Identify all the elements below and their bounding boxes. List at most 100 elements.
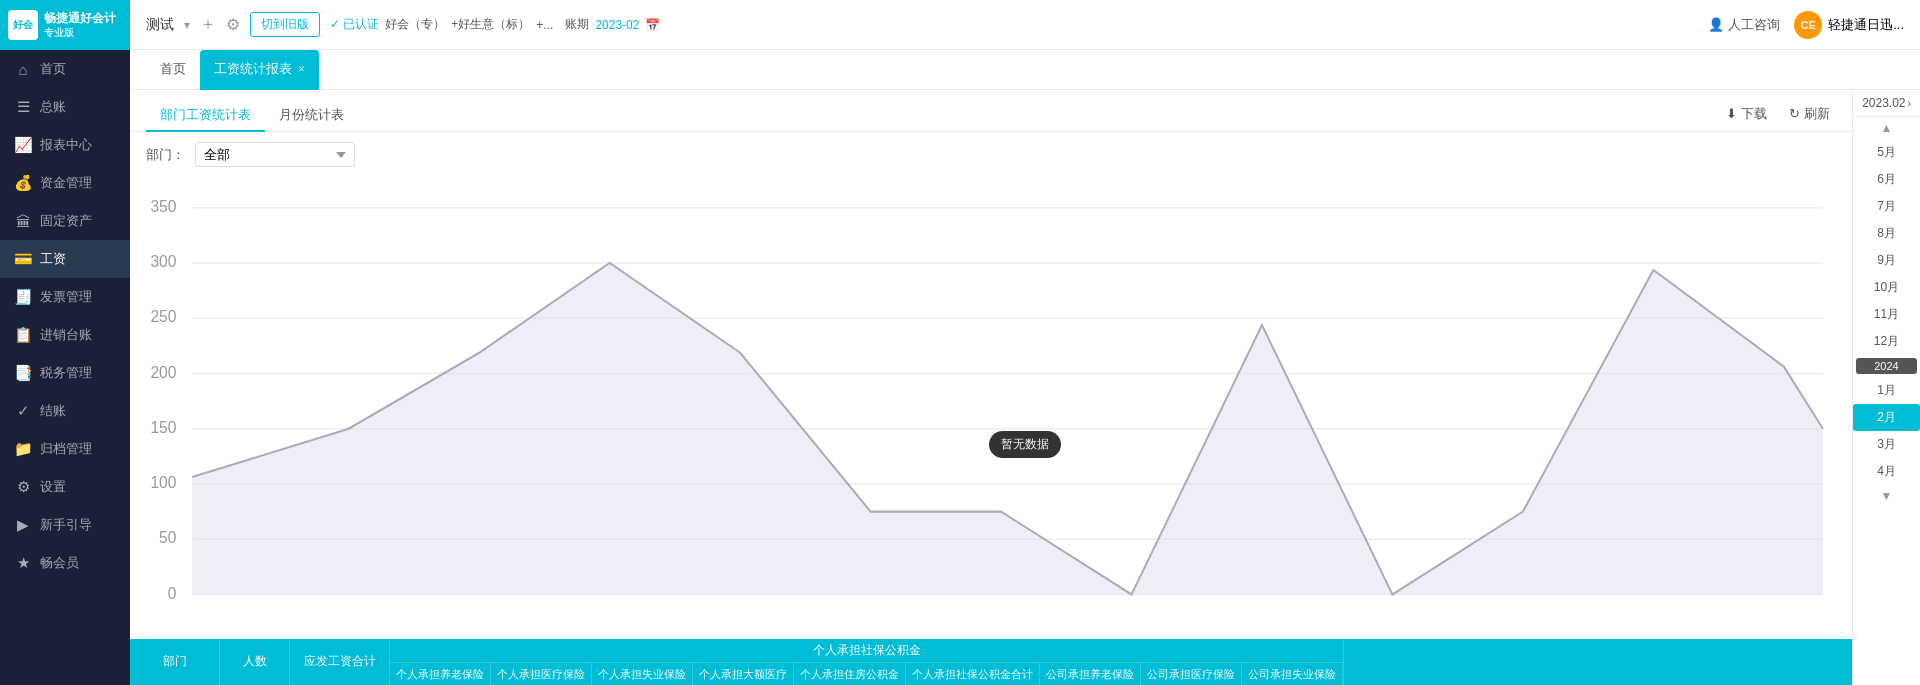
invoice-icon: 🧾 <box>14 288 32 306</box>
download-button[interactable]: ⬇ 下载 <box>1720 101 1773 127</box>
chart-svg: 350 300 250 200 150 100 50 0 <box>140 187 1836 629</box>
col-dept: 部门 <box>130 639 220 685</box>
user-menu[interactable]: CE 轻捷通日迅... <box>1794 11 1904 39</box>
topbar: 测试 ▾ ＋ ⚙ 切到旧版 ✓ 已认证 好会（专） +好生意（标） +... 账… <box>130 0 1920 50</box>
col-major-medical: 个人承担大额医疗 <box>693 663 794 685</box>
sidebar-item-member[interactable]: ★ 畅会员 <box>0 544 130 582</box>
checkout-icon: ✓ <box>14 402 32 420</box>
product-label: 好会（专） <box>385 16 445 33</box>
tab-close-icon[interactable]: × <box>298 62 305 76</box>
svg-text:200: 200 <box>150 362 176 381</box>
month-6[interactable]: 6月 <box>1853 166 1920 193</box>
svg-text:250: 250 <box>150 307 176 326</box>
refresh-button[interactable]: ↻ 刷新 <box>1783 101 1836 127</box>
scroll-up-arrow[interactable]: ▲ <box>1853 117 1920 139</box>
col-group-personal: 个人承担社保公积金 个人承担养老保险 个人承担医疗保险 个人承担失业保险 个人承… <box>390 639 1344 685</box>
table-header: 部门 人数 应发工资合计 个人承担社保公积金 个人承担养老保险 个人承担医疗保险 <box>130 639 1852 685</box>
topbar-right: 👤 人工咨询 CE 轻捷通日迅... <box>1708 11 1904 39</box>
sidebar-item-ledger[interactable]: ☰ 总账 <box>0 88 130 126</box>
topbar-settings-icon[interactable]: ⚙ <box>226 15 240 34</box>
col-salary: 应发工资合计 <box>290 639 390 685</box>
col-count: 人数 <box>220 639 290 685</box>
tax-icon: 📑 <box>14 364 32 382</box>
switch-old-button[interactable]: 切到旧版 <box>250 12 320 37</box>
month-1[interactable]: 1月 <box>1853 377 1920 404</box>
current-year-month: 2023.02 › <box>1853 90 1920 117</box>
sub-tab-monthly[interactable]: 月份统计表 <box>265 100 358 132</box>
support-icon: 👤 <box>1708 17 1724 32</box>
calendar-icon[interactable]: 📅 <box>645 18 660 32</box>
scroll-down-arrow[interactable]: ▼ <box>1853 485 1920 507</box>
month-12[interactable]: 12月 <box>1853 328 1920 355</box>
content-area: 部门工资统计表 月份统计表 ⬇ 下载 ↻ 刷新 <box>130 90 1920 685</box>
date-picker-sidebar: 2023.02 › ▲ 5月 6月 7月 8月 9月 10月 11月 12月 2… <box>1852 90 1920 685</box>
logo-icon: 好会 <box>8 10 38 40</box>
sidebar-item-archive[interactable]: 📁 归档管理 <box>0 430 130 468</box>
sidebar-item-guide[interactable]: ▶ 新手引导 <box>0 506 130 544</box>
period-label: 账期 <box>565 16 589 33</box>
month-3[interactable]: 3月 <box>1853 431 1920 458</box>
sidebar-item-assets[interactable]: 🏛 固定资产 <box>0 202 130 240</box>
topbar-status: ✓ 已认证 好会（专） +好生意（标） +... 账期 2023-02 📅 <box>330 16 660 33</box>
sub-tab-dept[interactable]: 部门工资统计表 <box>146 100 265 132</box>
sidebar-item-invoice[interactable]: 🧾 发票管理 <box>0 278 130 316</box>
col-social-total: 个人承担社保公积金合计 <box>906 663 1040 685</box>
add-icon[interactable]: ＋ <box>200 14 216 35</box>
filter-row: 部门： 全部 销售部 财务部 人事部 技术部 <box>130 132 1852 177</box>
svg-text:350: 350 <box>150 196 176 215</box>
sidebar-item-tax[interactable]: 📑 税务管理 <box>0 354 130 392</box>
period-value: 2023-02 <box>595 18 639 32</box>
member-icon: ★ <box>14 554 32 572</box>
dropdown-arrow-icon[interactable]: ▾ <box>184 18 190 32</box>
sidebar-item-settings[interactable]: ⚙ 设置 <box>0 468 130 506</box>
chevron-right-icon: › <box>1908 98 1911 109</box>
topbar-title: 测试 <box>146 16 174 34</box>
content-main: 部门工资统计表 月份统计表 ⬇ 下载 ↻ 刷新 <box>130 90 1852 685</box>
funds-icon: 💰 <box>14 174 32 192</box>
home-icon: ⌂ <box>14 61 32 78</box>
month-11[interactable]: 11月 <box>1853 301 1920 328</box>
month-9[interactable]: 9月 <box>1853 247 1920 274</box>
month-8[interactable]: 8月 <box>1853 220 1920 247</box>
purchase-icon: 📋 <box>14 326 32 344</box>
svg-text:100: 100 <box>150 473 176 492</box>
year-2024-badge: 2024 <box>1856 358 1916 374</box>
sidebar-item-purchase[interactable]: 📋 进销台账 <box>0 316 130 354</box>
settings-icon: ⚙ <box>14 478 32 496</box>
sidebar-item-checkout[interactable]: ✓ 结账 <box>0 392 130 430</box>
month-7[interactable]: 7月 <box>1853 193 1920 220</box>
logo-text: 畅捷通好会计 专业版 <box>44 11 116 40</box>
dept-select[interactable]: 全部 销售部 财务部 人事部 技术部 <box>195 142 355 167</box>
tab-salary[interactable]: 工资统计报表 × <box>200 50 319 90</box>
support-button[interactable]: 👤 人工咨询 <box>1708 16 1780 34</box>
sidebar: 好会 畅捷通好会计 专业版 ⌂ 首页 ☰ 总账 📈 报表中心 💰 资金管理 🏛 … <box>0 0 130 685</box>
verified-status: ✓ 已认证 <box>330 16 379 33</box>
app-logo: 好会 畅捷通好会计 专业版 <box>0 0 130 50</box>
month-2-active[interactable]: 2月 <box>1853 404 1920 431</box>
sidebar-item-home[interactable]: ⌂ 首页 <box>0 50 130 88</box>
dept-filter-label: 部门： <box>146 146 185 164</box>
user-name: 轻捷通日迅... <box>1828 16 1904 34</box>
reports-icon: 📈 <box>14 136 32 154</box>
user-avatar: CE <box>1794 11 1822 39</box>
month-10[interactable]: 10月 <box>1853 274 1920 301</box>
svg-text:300: 300 <box>150 252 176 271</box>
archive-icon: 📁 <box>14 440 32 458</box>
assets-icon: 🏛 <box>14 213 32 230</box>
tab-home[interactable]: 首页 <box>146 50 200 90</box>
sidebar-item-salary[interactable]: 💳 工资 <box>0 240 130 278</box>
svg-text:0: 0 <box>168 583 177 602</box>
col-pension: 个人承担养老保险 <box>390 663 491 685</box>
col-housing-fund: 个人承担住房公积金 <box>794 663 906 685</box>
group-sub-cols: 个人承担养老保险 个人承担医疗保险 个人承担失业保险 个人承担大额医疗 个人承担… <box>390 663 1343 685</box>
group-header: 个人承担社保公积金 <box>390 639 1343 663</box>
download-icon: ⬇ <box>1726 106 1737 121</box>
month-4[interactable]: 4月 <box>1853 458 1920 485</box>
col-company-medical: 公司承担医疗保险 <box>1141 663 1242 685</box>
col-medical: 个人承担医疗保险 <box>491 663 592 685</box>
month-5[interactable]: 5月 <box>1853 139 1920 166</box>
sidebar-item-funds[interactable]: 💰 资金管理 <box>0 164 130 202</box>
sub-tabs: 部门工资统计表 月份统计表 ⬇ 下载 ↻ 刷新 <box>130 90 1852 132</box>
main-content: 测试 ▾ ＋ ⚙ 切到旧版 ✓ 已认证 好会（专） +好生意（标） +... 账… <box>130 0 1920 685</box>
sidebar-item-reports[interactable]: 📈 报表中心 <box>0 126 130 164</box>
